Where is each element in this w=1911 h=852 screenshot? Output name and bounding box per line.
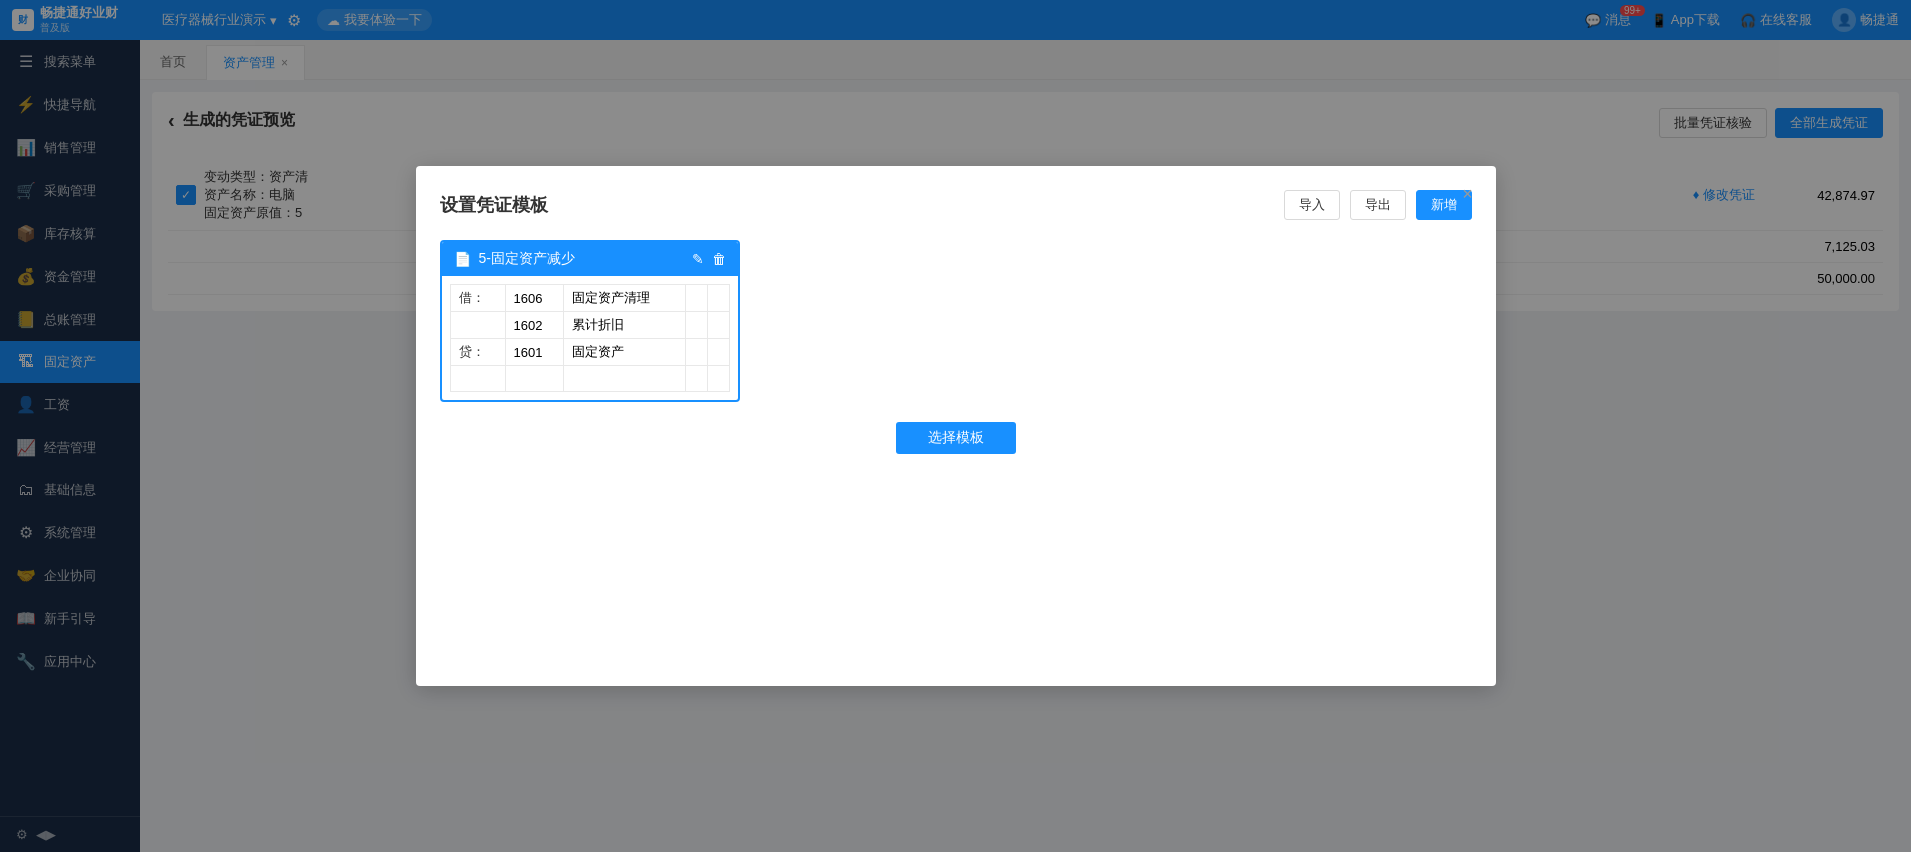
export-button[interactable]: 导出	[1350, 190, 1406, 220]
template-entry-row: 贷： 1601 固定资产	[450, 339, 729, 366]
entry-credit	[707, 285, 729, 312]
entry-name	[564, 366, 686, 392]
entry-code: 1602	[505, 312, 564, 339]
template-table: 借： 1606 固定资产清理 1602 累计折旧 贷： 1601 固定资产	[450, 284, 730, 392]
template-card-header: 📄 5-固定资产减少 ✎ 🗑	[442, 242, 738, 276]
select-template-button[interactable]: 选择模板	[896, 422, 1016, 454]
entry-debit	[685, 339, 707, 366]
content-area: 首页 资产管理 × ‹ 生成的凭证预览 批量凭证核验 全部生成凭证	[140, 40, 1911, 852]
entry-name: 固定资产清理	[564, 285, 686, 312]
template-entry-row: 借： 1606 固定资产清理	[450, 285, 729, 312]
entry-name: 累计折旧	[564, 312, 686, 339]
modal-header: 设置凭证模板 导入 导出 新增	[440, 190, 1472, 220]
template-entry-row: 1602 累计折旧	[450, 312, 729, 339]
modal-set-template: 设置凭证模板 导入 导出 新增 × 📄	[416, 166, 1496, 686]
entry-debit	[685, 285, 707, 312]
entry-code: 1606	[505, 285, 564, 312]
template-body: 借： 1606 固定资产清理 1602 累计折旧 贷： 1601 固定资产	[442, 276, 738, 400]
modal-close-button[interactable]: ×	[1456, 182, 1480, 206]
entry-type	[450, 366, 505, 392]
entry-type	[450, 312, 505, 339]
entry-code: 1601	[505, 339, 564, 366]
import-button[interactable]: 导入	[1284, 190, 1340, 220]
template-doc-icon: 📄	[454, 251, 471, 267]
select-template-area: 选择模板	[440, 422, 1472, 454]
entry-debit	[685, 312, 707, 339]
template-delete-button[interactable]: 🗑	[712, 251, 726, 267]
entry-credit	[707, 339, 729, 366]
modal-overlay: 设置凭证模板 导入 导出 新增 × 📄	[140, 80, 1911, 852]
template-edit-button[interactable]: ✎	[692, 251, 704, 267]
template-name: 5-固定资产减少	[479, 250, 575, 268]
entry-code	[505, 366, 564, 392]
entry-name: 固定资产	[564, 339, 686, 366]
modal-action-buttons: 导入 导出 新增	[1284, 190, 1472, 220]
entry-type: 贷：	[450, 339, 505, 366]
entry-credit	[707, 366, 729, 392]
entry-credit	[707, 312, 729, 339]
main-layout: ☰搜索菜单⚡快捷导航📊销售管理🛒采购管理📦库存核算💰资金管理📒总账管理🏗固定资产…	[0, 40, 1911, 852]
entry-type: 借：	[450, 285, 505, 312]
modal-title: 设置凭证模板	[440, 193, 548, 217]
template-card: 📄 5-固定资产减少 ✎ 🗑	[440, 240, 740, 402]
entry-debit	[685, 366, 707, 392]
template-area: 📄 5-固定资产减少 ✎ 🗑	[440, 240, 1472, 402]
template-entry-row	[450, 366, 729, 392]
page-content: ‹ 生成的凭证预览 批量凭证核验 全部生成凭证 ✓ 变动类型：资产清	[140, 80, 1911, 852]
